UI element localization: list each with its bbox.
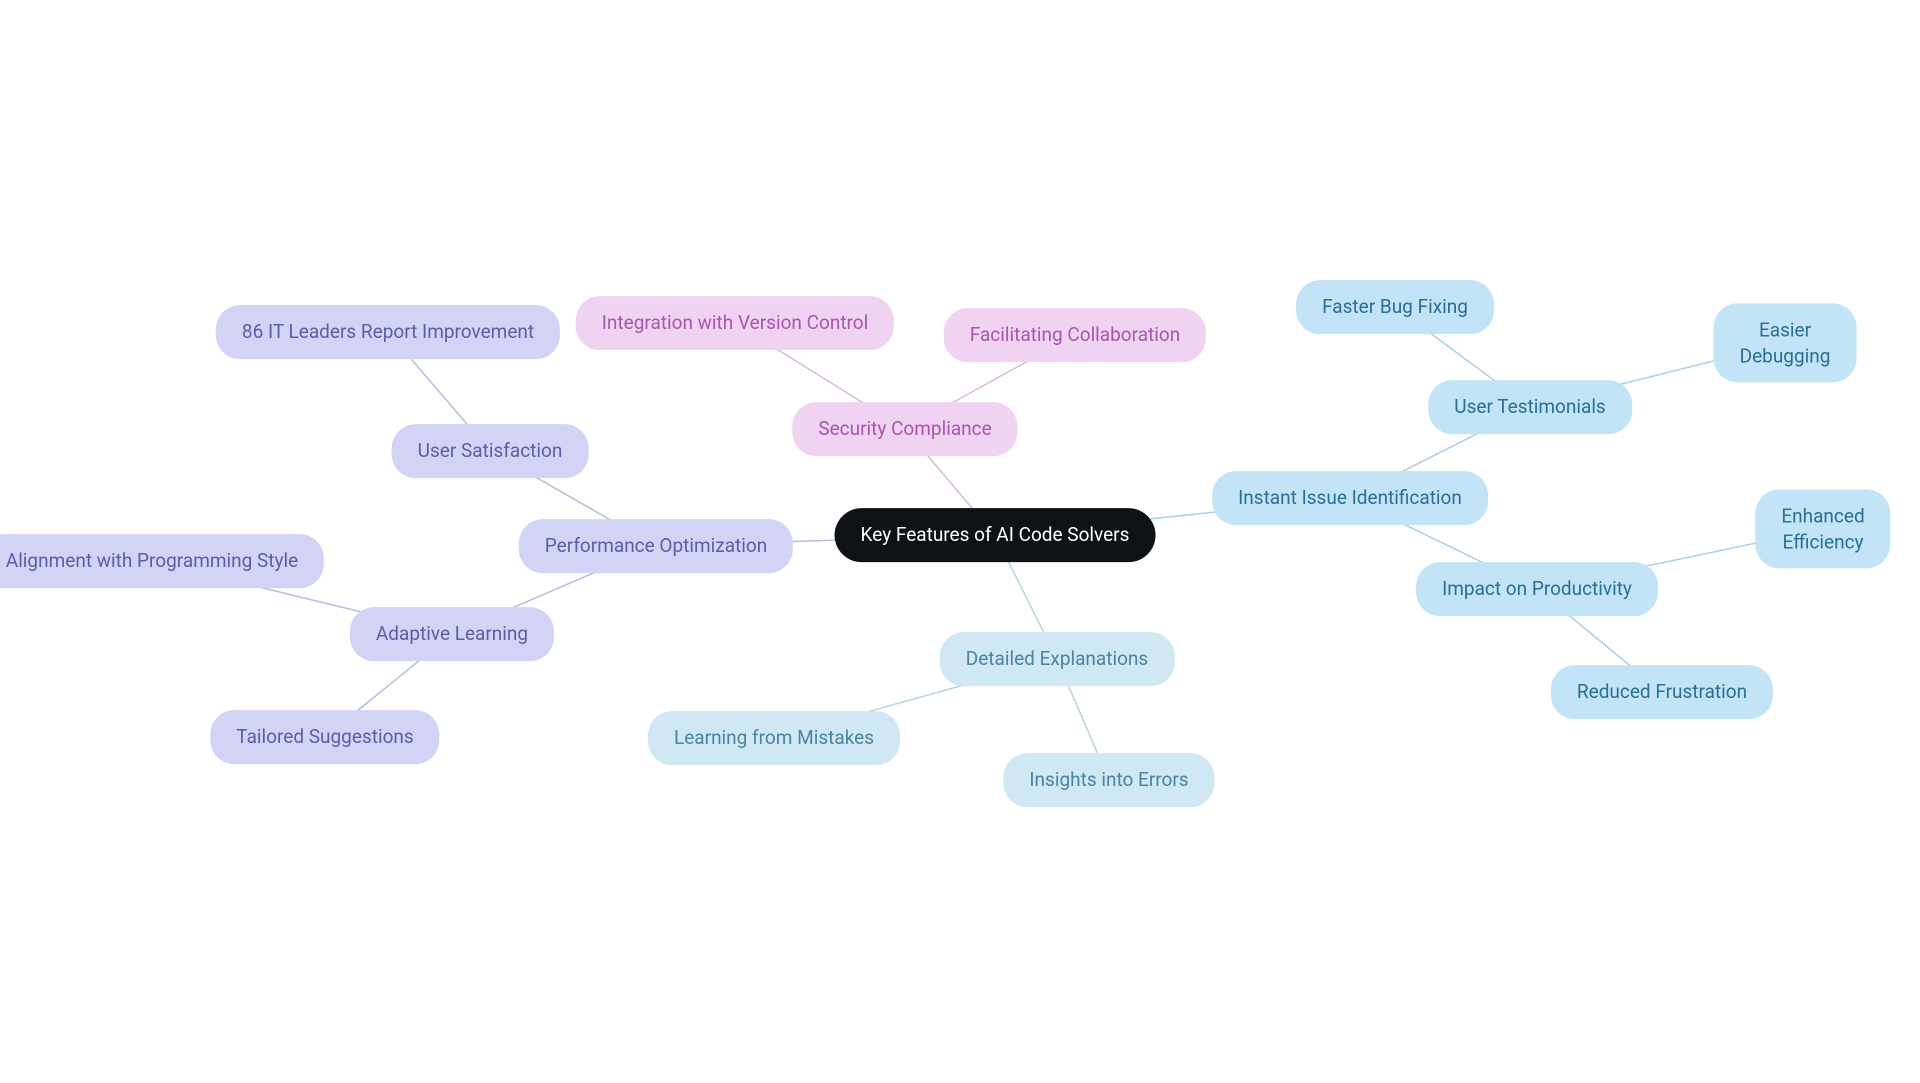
node-integration-version: Integration with Version Control xyxy=(576,296,894,350)
node-performance-optimization: Performance Optimization xyxy=(519,519,793,573)
node-user-testimonials: User Testimonials xyxy=(1428,380,1632,434)
node-adaptive-learning: Adaptive Learning xyxy=(350,607,554,661)
node-alignment: Alignment with Programming Style xyxy=(0,534,324,588)
node-facilitating-collab: Facilitating Collaboration xyxy=(944,308,1206,362)
node-instant-issue: Instant Issue Identification xyxy=(1212,471,1488,525)
node-enhanced-efficiency: Enhanced Efficiency xyxy=(1755,489,1890,568)
mindmap-canvas: Key Features of AI Code Solvers Instant … xyxy=(0,0,1920,1083)
node-root: Key Features of AI Code Solvers xyxy=(835,508,1156,562)
node-easier-debug: Easier Debugging xyxy=(1714,303,1857,382)
node-faster-bug: Faster Bug Fixing xyxy=(1296,280,1494,334)
node-learning-mistakes: Learning from Mistakes xyxy=(648,711,900,765)
node-tailored-suggestions: Tailored Suggestions xyxy=(210,710,439,764)
node-reduced-frustration: Reduced Frustration xyxy=(1551,665,1773,719)
node-impact-productivity: Impact on Productivity xyxy=(1416,562,1658,616)
node-user-satisfaction: User Satisfaction xyxy=(392,424,589,478)
node-security-compliance: Security Compliance xyxy=(792,402,1017,456)
node-detailed-explanations: Detailed Explanations xyxy=(940,632,1175,686)
node-it-leaders: 86 IT Leaders Report Improvement xyxy=(216,305,560,359)
node-insights-errors: Insights into Errors xyxy=(1003,753,1214,807)
